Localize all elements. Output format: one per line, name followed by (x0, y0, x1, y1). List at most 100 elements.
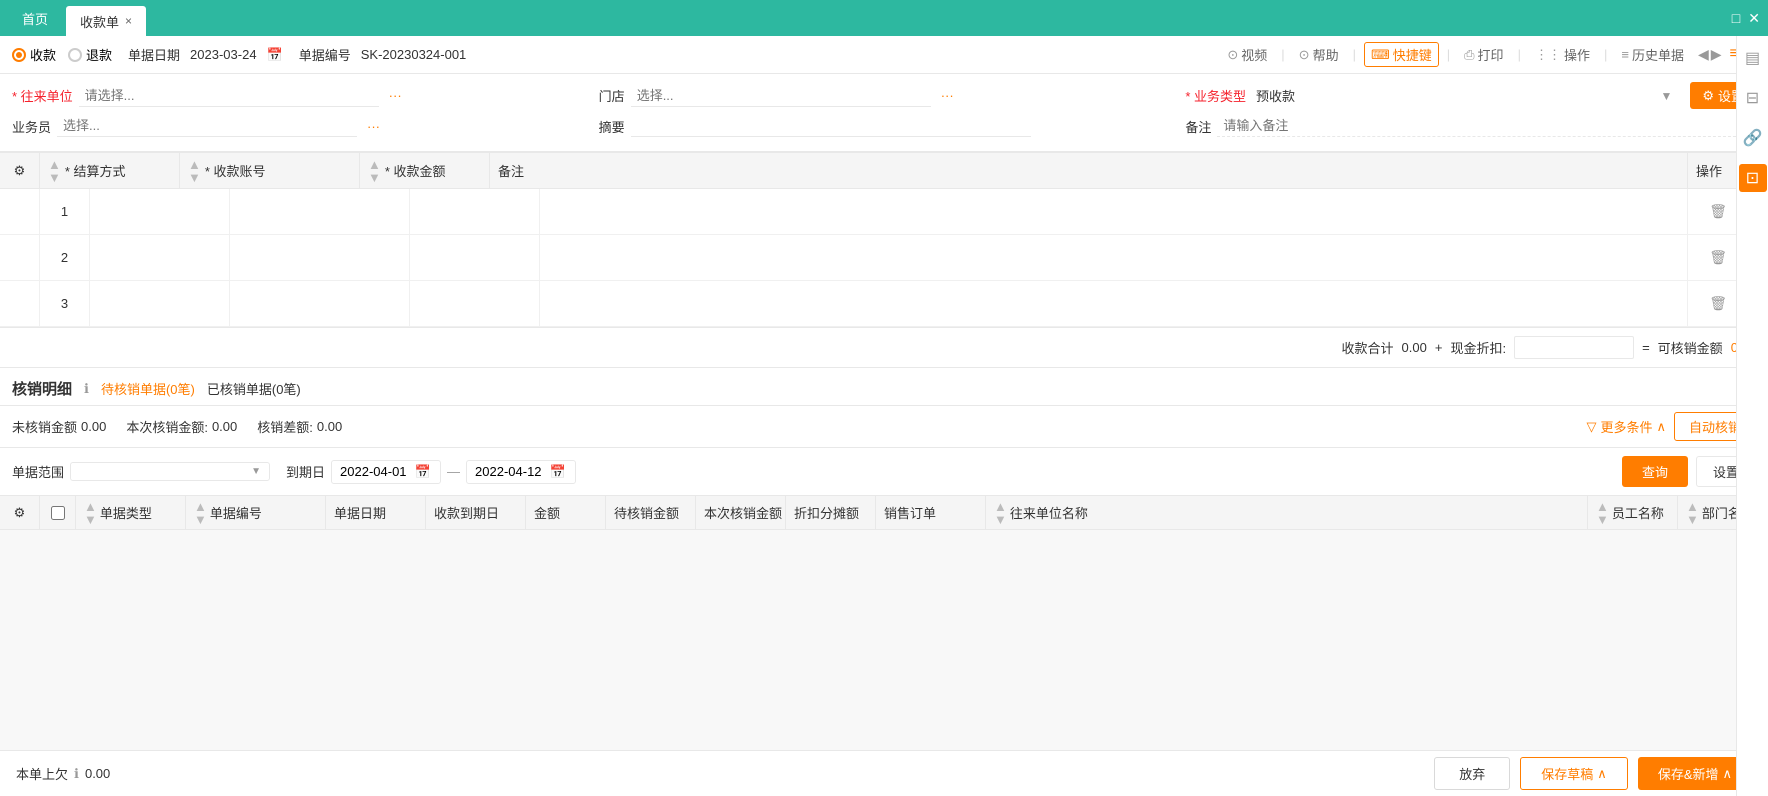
td-amount-1[interactable] (410, 189, 540, 234)
sort-arrows-amount: ▲▼ (368, 158, 381, 184)
tab-bar: 首页 收款单 × □ ✕ (0, 0, 1768, 36)
calendar-icon[interactable]: 📅 (267, 47, 283, 63)
bth-sales: 销售订单 (876, 496, 986, 529)
td-account-3[interactable] (230, 281, 410, 326)
nav-next-icon[interactable]: ▶ (1711, 46, 1722, 63)
bth-check[interactable] (40, 496, 76, 529)
nav-prev-icon[interactable]: ◀ (1698, 46, 1709, 63)
td-remark-1[interactable] (540, 189, 1688, 234)
table-body: 1 🗑 ⊕ 2 🗑 ⊕ (0, 189, 1768, 327)
td-account-1[interactable] (230, 189, 410, 234)
equals-sign: = (1642, 340, 1650, 355)
docnum-label: 单据编号 (299, 45, 351, 64)
this-amount-stat: 本次核销金额: 0.00 (126, 417, 237, 436)
draft-btn[interactable]: 保存草稿 ∧ (1520, 757, 1628, 790)
bth-num: ▲▼ 单据编号 (186, 496, 326, 529)
select-all-checkbox[interactable] (51, 506, 65, 520)
btn-shortcut[interactable]: ⌨ 快捷键 (1364, 42, 1439, 67)
td-settlement-3[interactable] (90, 281, 230, 326)
diff-stat: 核销差额: 0.00 (257, 417, 342, 436)
bth-duedate: 收款到期日 (426, 496, 526, 529)
diff-value: 0.00 (317, 419, 342, 434)
table-row: 3 🗑 ⊕ (0, 281, 1768, 327)
company-more-icon[interactable]: ··· (385, 88, 406, 103)
th-settlement: ▲▼ * 结算方式 (40, 153, 180, 188)
more-conditions-btn[interactable]: ▽ 更多条件 ∧ (1586, 417, 1666, 436)
calendar-from-icon[interactable]: 📅 (415, 464, 431, 480)
delete-icon-1[interactable]: 🗑 (1709, 203, 1727, 220)
discount-input[interactable] (1514, 336, 1634, 359)
sidebar-icon-link[interactable]: 🔗 (1739, 124, 1767, 152)
radio-receipt[interactable]: 收款 (12, 45, 56, 64)
th-settings[interactable]: ⚙ (0, 153, 40, 188)
staff-input[interactable] (57, 115, 357, 137)
btn-video[interactable]: ⊙ 视频 (1221, 43, 1273, 66)
td-settlement-1[interactable] (90, 189, 230, 234)
draft-btn-label: 保存草稿 (1541, 764, 1593, 783)
query-btn[interactable]: 查询 (1622, 456, 1688, 487)
business-type-chevron-icon[interactable]: ▼ (1660, 89, 1672, 103)
btn-print[interactable]: ⎙ 打印 (1458, 43, 1509, 66)
pending-tab-link[interactable]: 待核销单据(0笔) (101, 379, 195, 398)
date-from-input[interactable]: 2022-04-01 📅 (331, 460, 441, 484)
save-btn-label: 保存&新增 (1658, 764, 1719, 783)
window-restore-icon[interactable]: □ (1732, 10, 1740, 26)
store-more-icon[interactable]: ··· (937, 88, 958, 103)
radio-receipt-circle (12, 48, 26, 62)
delete-icon-2[interactable]: 🗑 (1709, 249, 1727, 266)
save-btn[interactable]: 保存&新增 ∧ (1638, 757, 1752, 790)
td-idx-2-num: 2 (40, 235, 90, 280)
writeoff-header: 核销明细 ℹ 待核销单据(0笔) 已核销单据(0笔) (0, 368, 1768, 406)
sidebar-icon-table[interactable]: ▤ (1739, 44, 1767, 72)
note-field-group: 备注 (1185, 115, 1756, 137)
window-close-icon[interactable]: ✕ (1748, 10, 1760, 27)
abandon-btn[interactable]: 放弃 (1434, 757, 1510, 790)
history-icon: ≡ (1621, 47, 1629, 62)
sidebar-icon-doc[interactable]: ⊟ (1739, 84, 1767, 112)
btn-help[interactable]: ⊙ 帮助 (1293, 43, 1345, 66)
staff-more-icon[interactable]: ··· (363, 119, 384, 134)
writeoff-info-icon[interactable]: ℹ (84, 381, 89, 397)
td-settlement-2[interactable] (90, 235, 230, 280)
print-icon: ⎙ (1464, 47, 1474, 63)
bth-this: 本次核销金额 (696, 496, 786, 529)
staff-field-group: 业务员 ··· (12, 115, 599, 137)
calendar-to-icon[interactable]: 📅 (550, 464, 566, 480)
form-row-1: * 往来单位 ··· 门店 ··· * 业务类型 预收款 ▼ ⚙ 设置 (12, 82, 1756, 109)
td-amount-3[interactable] (410, 281, 540, 326)
td-remark-3[interactable] (540, 281, 1688, 326)
delete-icon-3[interactable]: 🗑 (1709, 295, 1727, 312)
td-account-2[interactable] (230, 235, 410, 280)
btn-history[interactable]: ≡ 历史单据 (1615, 43, 1690, 66)
uncancelled-value: 0.00 (81, 419, 106, 434)
footer-info-icon[interactable]: ℹ (74, 766, 79, 782)
company-input[interactable] (79, 85, 379, 107)
btn-ops[interactable]: ⋮⋮ 操作 (1529, 43, 1596, 66)
summary-input[interactable] (631, 115, 1031, 137)
tab-active[interactable]: 收款单 × (66, 6, 146, 36)
td-amount-2[interactable] (410, 235, 540, 280)
range-select[interactable]: ▼ (70, 462, 270, 481)
bth-settings[interactable]: ⚙ (0, 496, 40, 529)
store-input[interactable] (631, 85, 931, 107)
this-amount-value: 0.00 (212, 419, 237, 434)
sidebar-icon-frame[interactable]: ⊡ (1739, 164, 1767, 192)
sort-type: ▲▼ (84, 500, 97, 526)
th-account: ▲▼ * 收款账号 (180, 153, 360, 188)
tab-bar-right: □ ✕ (1732, 10, 1760, 27)
draft-chevron-icon: ∧ (1597, 766, 1607, 782)
radio-refund[interactable]: 退款 (68, 45, 112, 64)
footer: 本单上欠 ℹ 0.00 放弃 保存草稿 ∧ 保存&新增 ∧ (0, 750, 1768, 796)
bth-date: 单据日期 (326, 496, 426, 529)
bottom-table-header: ⚙ ▲▼ 单据类型 ▲▼ 单据编号 单据日期 收款到期日 金额 (0, 496, 1768, 530)
summary-field-group: 摘要 (599, 115, 1186, 137)
more-conditions: ▽ 更多条件 ∧ 自动核销 (1586, 412, 1756, 441)
radio-receipt-label: 收款 (30, 45, 56, 64)
td-remark-2[interactable] (540, 235, 1688, 280)
note-input[interactable] (1217, 115, 1756, 137)
th-amount: ▲▼ * 收款金额 (360, 153, 490, 188)
tab-home[interactable]: 首页 (8, 3, 62, 34)
date-to-input[interactable]: 2022-04-12 📅 (466, 460, 576, 484)
tab-close-icon[interactable]: × (125, 14, 132, 28)
done-tab-link[interactable]: 已核销单据(0笔) (207, 379, 301, 398)
